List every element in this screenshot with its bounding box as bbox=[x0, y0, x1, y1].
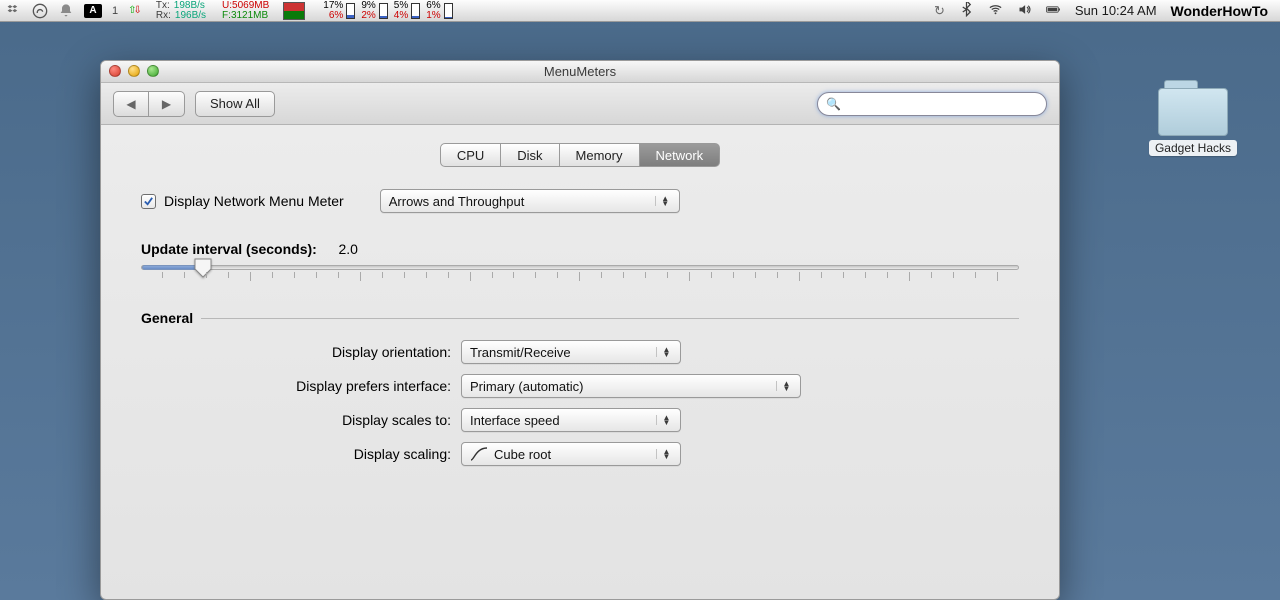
volume-icon[interactable] bbox=[1017, 2, 1032, 20]
net-arrows-icon[interactable]: ⇧⇩ bbox=[128, 3, 142, 19]
prefers-interface-value: Primary (automatic) bbox=[470, 379, 776, 394]
window-title: MenuMeters bbox=[544, 64, 616, 79]
tab-disk[interactable]: Disk bbox=[501, 143, 559, 167]
mem-f-value: 3121MB bbox=[231, 10, 268, 21]
menu-bar: A 1 ⇧⇩ Tx: 198B/s Rx: 196B/s U:5069MB F:31… bbox=[0, 0, 1280, 22]
nav-buttons: ◀ ▶ bbox=[113, 91, 185, 117]
tab-memory[interactable]: Memory bbox=[560, 143, 640, 167]
scaling-label: Display scaling: bbox=[141, 446, 451, 462]
prefs-tabs: CPU Disk Memory Network bbox=[131, 143, 1029, 167]
net-throughput[interactable]: Tx: 198B/s Rx: 196B/s bbox=[156, 1, 206, 21]
close-button[interactable] bbox=[109, 65, 121, 77]
cpu-core-1: 9%2% bbox=[361, 1, 387, 21]
orientation-popup[interactable]: Transmit/Receive ▲▼ bbox=[461, 340, 681, 364]
scales-to-label: Display scales to: bbox=[141, 412, 451, 428]
adobe-badge-count: 1 bbox=[112, 5, 118, 17]
traffic-lights bbox=[109, 65, 159, 77]
mem-f-label: F: bbox=[222, 10, 231, 21]
slider-ticks bbox=[141, 272, 1019, 280]
battery-icon[interactable] bbox=[1046, 2, 1061, 20]
search-input[interactable] bbox=[845, 97, 1038, 111]
menu-bar-right: ↻ Sun 10:24 AM WonderHowTo bbox=[934, 2, 1274, 20]
cpu-meters[interactable]: 17%6% 9%2% 5%4% 6%1% bbox=[323, 1, 452, 21]
cpu-core-0: 17%6% bbox=[323, 1, 355, 21]
show-all-button[interactable]: Show All bbox=[195, 91, 275, 117]
orientation-label: Display orientation: bbox=[141, 344, 451, 360]
tx-label: Tx: bbox=[156, 1, 170, 11]
bluetooth-icon[interactable] bbox=[959, 2, 974, 20]
search-icon: 🔍 bbox=[826, 97, 841, 111]
cpu-gauge-icon bbox=[379, 3, 388, 19]
prefers-interface-label: Display prefers interface: bbox=[141, 378, 451, 394]
tab-cpu[interactable]: CPU bbox=[440, 143, 501, 167]
timemachine-icon[interactable]: ↻ bbox=[934, 3, 945, 19]
chevron-updown-icon: ▲▼ bbox=[656, 449, 672, 459]
window-toolbar: ◀ ▶ Show All 🔍 bbox=[101, 83, 1059, 125]
back-button[interactable]: ◀ bbox=[113, 91, 149, 117]
zoom-button[interactable] bbox=[147, 65, 159, 77]
cpu-core-3: 6%1% bbox=[426, 1, 452, 21]
cpu-gauge-icon bbox=[411, 3, 420, 19]
rx-label: Rx: bbox=[156, 11, 171, 21]
scales-to-value: Interface speed bbox=[470, 413, 656, 428]
prefs-content: CPU Disk Memory Network Display Network … bbox=[101, 125, 1059, 494]
slider-track[interactable] bbox=[141, 265, 1019, 270]
search-field[interactable]: 🔍 bbox=[817, 92, 1047, 116]
tab-network[interactable]: Network bbox=[640, 143, 721, 167]
chevron-updown-icon: ▲▼ bbox=[776, 381, 792, 391]
display-network-checkbox[interactable]: Display Network Menu Meter bbox=[141, 193, 344, 209]
forward-button[interactable]: ▶ bbox=[149, 91, 185, 117]
scaling-value: Cube root bbox=[494, 447, 656, 462]
curve-icon bbox=[470, 447, 488, 461]
mem-stats[interactable]: U:5069MB F:3121MB bbox=[222, 1, 269, 21]
orientation-value: Transmit/Receive bbox=[470, 345, 656, 360]
adobe-icon[interactable]: A bbox=[84, 4, 102, 18]
cpu-gauge-icon bbox=[444, 3, 453, 19]
checkbox-icon bbox=[141, 194, 156, 209]
desktop-folder[interactable]: Gadget Hacks bbox=[1138, 80, 1248, 156]
mem-bar-icon[interactable] bbox=[283, 2, 305, 20]
chevron-updown-icon: ▲▼ bbox=[656, 415, 672, 425]
general-heading: General bbox=[141, 310, 193, 326]
dropbox-icon[interactable] bbox=[6, 3, 22, 19]
display-mode-popup[interactable]: Arrows and Throughput ▲▼ bbox=[380, 189, 680, 213]
tx-rate: 198B/s bbox=[174, 1, 205, 11]
creative-cloud-icon[interactable] bbox=[32, 3, 48, 19]
prefs-window: MenuMeters ◀ ▶ Show All 🔍 CPU Disk Memor… bbox=[100, 60, 1060, 600]
desktop-folder-label: Gadget Hacks bbox=[1149, 140, 1237, 156]
prefers-interface-popup[interactable]: Primary (automatic) ▲▼ bbox=[461, 374, 801, 398]
display-mode-value: Arrows and Throughput bbox=[389, 194, 655, 209]
display-network-label: Display Network Menu Meter bbox=[164, 193, 344, 209]
update-interval-value: 2.0 bbox=[338, 241, 357, 257]
active-app-name[interactable]: WonderHowTo bbox=[1171, 3, 1268, 19]
general-section-header: General bbox=[141, 310, 1019, 326]
window-titlebar[interactable]: MenuMeters bbox=[101, 61, 1059, 83]
wifi-icon[interactable] bbox=[988, 2, 1003, 20]
divider bbox=[201, 318, 1019, 319]
scaling-popup[interactable]: Cube root ▲▼ bbox=[461, 442, 681, 466]
cpu-gauge-icon bbox=[346, 3, 355, 19]
update-interval-slider[interactable] bbox=[141, 265, 1019, 280]
chevron-updown-icon: ▲▼ bbox=[656, 347, 672, 357]
menu-clock[interactable]: Sun 10:24 AM bbox=[1075, 3, 1157, 18]
cpu-core-2: 5%4% bbox=[394, 1, 420, 21]
update-interval-row: Update interval (seconds): 2.0 bbox=[141, 241, 1019, 257]
folder-icon bbox=[1158, 80, 1228, 136]
menu-bar-left: A 1 ⇧⇩ Tx: 198B/s Rx: 196B/s U:5069MB F:31… bbox=[6, 1, 453, 21]
minimize-button[interactable] bbox=[128, 65, 140, 77]
chevron-updown-icon: ▲▼ bbox=[655, 196, 671, 206]
notification-bell-icon[interactable] bbox=[58, 3, 74, 19]
update-interval-label: Update interval (seconds): bbox=[141, 241, 317, 257]
rx-rate: 196B/s bbox=[175, 11, 206, 21]
scales-to-popup[interactable]: Interface speed ▲▼ bbox=[461, 408, 681, 432]
